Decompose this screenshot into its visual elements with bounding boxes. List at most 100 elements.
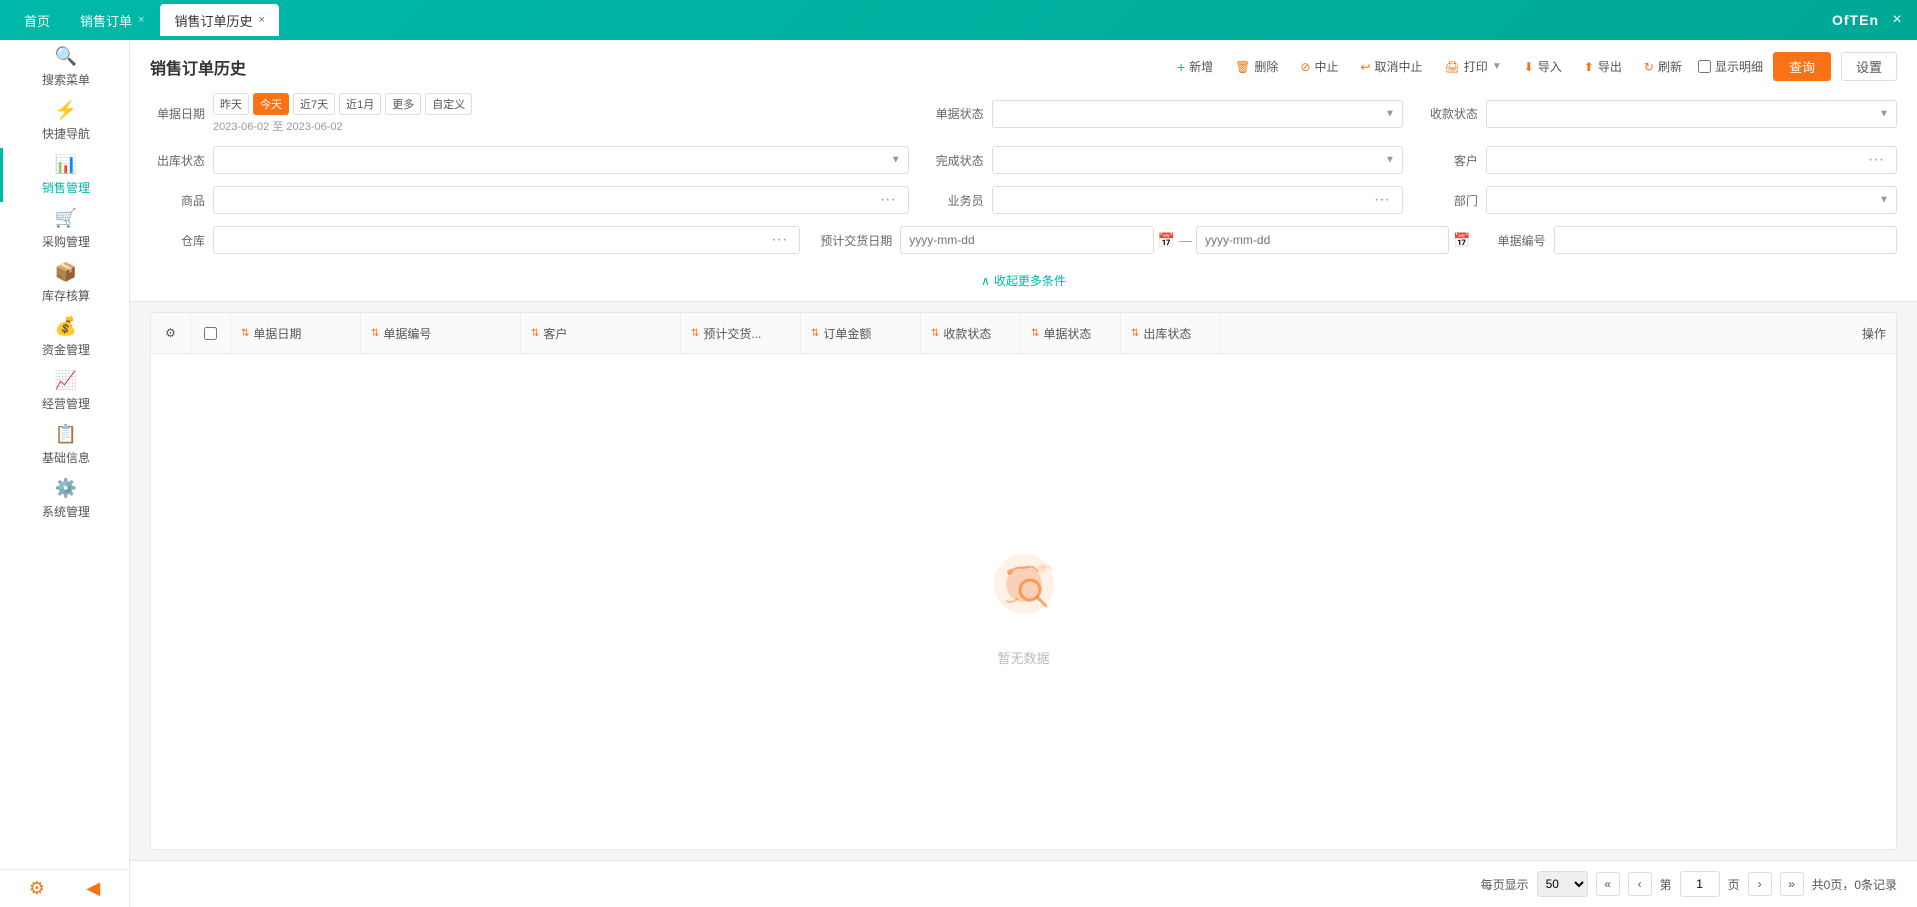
out-status-select[interactable]: 未出库 部分出库 已出库 bbox=[213, 146, 909, 174]
out-status-label: 出库状态 bbox=[150, 152, 205, 169]
delete-button[interactable]: 🗑 删除 bbox=[1229, 54, 1284, 79]
window-close-btn[interactable]: × bbox=[1887, 10, 1907, 30]
sidebar-label-purchase: 采购管理 bbox=[42, 233, 90, 250]
sidebar-item-sys-mgmt[interactable]: ⚙️ 系统管理 bbox=[0, 472, 129, 526]
date-filter-label: 单据日期 bbox=[150, 105, 205, 122]
customer-input[interactable] bbox=[1495, 147, 1864, 173]
prev-page-btn[interactable]: ‹ bbox=[1628, 872, 1652, 896]
date-today-btn[interactable]: 今天 bbox=[253, 93, 289, 115]
refresh-label: 刷新 bbox=[1658, 58, 1682, 75]
sidebar-item-inventory[interactable]: 📦 库存核算 bbox=[0, 256, 129, 310]
import-label: 导入 bbox=[1538, 58, 1562, 75]
date-custom-btn[interactable]: 自定义 bbox=[425, 93, 472, 115]
settings-button[interactable]: 设置 bbox=[1841, 52, 1897, 81]
sidebar-item-sales-mgmt[interactable]: 📊 销售管理 bbox=[0, 148, 129, 202]
th-date-sort-icon: ⇅ bbox=[241, 328, 249, 339]
date-yesterday-btn[interactable]: 昨天 bbox=[213, 93, 249, 115]
delivery-date-separator: — bbox=[1179, 233, 1192, 248]
delivery-start-input[interactable] bbox=[900, 226, 1153, 254]
last-page-btn[interactable]: » bbox=[1780, 872, 1804, 896]
tab-sales-order-history-close[interactable]: × bbox=[258, 14, 264, 26]
customer-dots-icon[interactable]: ··· bbox=[1864, 151, 1888, 169]
th-settings[interactable]: ⚙ bbox=[151, 313, 191, 353]
refresh-button[interactable]: ↻ 刷新 bbox=[1638, 54, 1688, 79]
pagination-bar: 每页显示 50 10 20 100 « ‹ 第 页 › » 共0页，0条记录 bbox=[130, 860, 1917, 907]
tab-sales-order-close[interactable]: × bbox=[138, 14, 144, 26]
th-date[interactable]: ⇅ 单据日期 bbox=[231, 313, 361, 353]
table-header: ⚙ ⇅ 单据日期 ⇅ 单据编号 ⇅ 客户 ⇅ 预计交货. bbox=[151, 313, 1896, 354]
date-more-btn[interactable]: 更多 bbox=[385, 93, 421, 115]
total-label: 共0页，0条记录 bbox=[1812, 876, 1897, 893]
sidebar-collapse-icon[interactable]: ◀ bbox=[86, 878, 100, 899]
print-icon: 🖨 bbox=[1445, 60, 1460, 74]
sidebar-settings-icon[interactable]: ⚙ bbox=[29, 878, 45, 899]
next-page-btn[interactable]: › bbox=[1748, 872, 1772, 896]
delete-icon: 🗑 bbox=[1235, 60, 1250, 74]
salesperson-dots-icon[interactable]: ··· bbox=[1370, 191, 1394, 209]
tab-sales-order-history-label: 销售订单历史 bbox=[174, 11, 252, 30]
order-status-select[interactable]: 待审核 已审核 已关闭 bbox=[992, 100, 1403, 128]
th-warehouse[interactable]: ⇅ 出库状态 bbox=[1121, 313, 1221, 353]
pay-status-label: 收款状态 bbox=[1423, 105, 1478, 122]
collapse-row[interactable]: ∧ 收起更多条件 bbox=[150, 266, 1897, 293]
print-button[interactable]: 🖨 打印 ▼ bbox=[1439, 54, 1508, 79]
order-no-label: 单据编号 bbox=[1491, 232, 1546, 249]
sidebar-item-operations[interactable]: 📈 经营管理 bbox=[0, 364, 129, 418]
pay-status-select[interactable]: 未收款 部分收款 已收款 bbox=[1486, 100, 1897, 128]
sales-icon: 📊 bbox=[55, 154, 77, 175]
th-warehouse-label: 出库状态 bbox=[1143, 325, 1191, 342]
page-title: 销售订单历史 bbox=[150, 55, 246, 79]
goods-input[interactable] bbox=[222, 187, 876, 213]
tab-sales-order-history[interactable]: 销售订单历史 × bbox=[160, 4, 278, 36]
tab-sales-order[interactable]: 销售订单 × bbox=[66, 4, 158, 36]
delivery-date-input-wrapper: 📅 — 📅 bbox=[900, 226, 1470, 254]
stop-button[interactable]: ⊘ 中止 bbox=[1294, 54, 1344, 79]
sidebar-item-purchase-mgmt[interactable]: 🛒 采购管理 bbox=[0, 202, 129, 256]
th-payment[interactable]: ⇅ 收款状态 bbox=[921, 313, 1021, 353]
salesperson-input[interactable] bbox=[1001, 187, 1370, 213]
export-button[interactable]: ⬆ 导出 bbox=[1578, 54, 1628, 79]
tab-home[interactable]: 首页 bbox=[10, 4, 64, 36]
sidebar-item-search-menu[interactable]: 🔍 搜索菜单 bbox=[0, 40, 129, 94]
th-customer[interactable]: ⇅ 客户 bbox=[521, 313, 681, 353]
warehouse-dots-icon[interactable]: ··· bbox=[767, 231, 791, 249]
delivery-end-calendar-icon[interactable]: 📅 bbox=[1453, 232, 1470, 249]
display-detail-check[interactable]: 显示明细 bbox=[1698, 58, 1763, 75]
export-label: 导出 bbox=[1598, 58, 1622, 75]
th-checkbox-input[interactable] bbox=[204, 327, 217, 340]
delivery-start-calendar-icon[interactable]: 📅 bbox=[1158, 232, 1175, 249]
th-status-label: 单据状态 bbox=[1043, 325, 1091, 342]
import-button[interactable]: ⬇ 导入 bbox=[1518, 54, 1568, 79]
out-status-field: 出库状态 未出库 部分出库 已出库 ▼ bbox=[150, 146, 909, 174]
pay-status-select-wrapper: 未收款 部分收款 已收款 ▼ bbox=[1486, 100, 1897, 128]
query-button[interactable]: 查询 bbox=[1773, 52, 1831, 81]
goods-field: 商品 ··· bbox=[150, 186, 909, 214]
goods-dots-icon[interactable]: ··· bbox=[876, 191, 900, 209]
date-7days-btn[interactable]: 近7天 bbox=[293, 93, 335, 115]
sidebar-item-quick-nav[interactable]: ⚡ 快捷导航 bbox=[0, 94, 129, 148]
th-delivery[interactable]: ⇅ 预计交货... bbox=[681, 313, 801, 353]
empty-state: 暂无数据 bbox=[151, 354, 1896, 849]
pay-status-field: 收款状态 未收款 部分收款 已收款 ▼ bbox=[1423, 100, 1897, 128]
delivery-date-field: 预计交货日期 📅 — 📅 bbox=[820, 226, 1470, 254]
th-operation: 操作 bbox=[1221, 313, 1896, 353]
th-order-no[interactable]: ⇅ 单据编号 bbox=[361, 313, 521, 353]
sidebar-item-base-info[interactable]: 📋 基础信息 bbox=[0, 418, 129, 472]
department-select[interactable] bbox=[1486, 186, 1897, 214]
delivery-end-input[interactable] bbox=[1196, 226, 1449, 254]
complete-status-select[interactable]: 未完成 已完成 bbox=[992, 146, 1403, 174]
first-page-btn[interactable]: « bbox=[1596, 872, 1620, 896]
display-detail-label: 显示明细 bbox=[1715, 58, 1763, 75]
th-status[interactable]: ⇅ 单据状态 bbox=[1021, 313, 1121, 353]
th-amount[interactable]: ⇅ 订单金额 bbox=[801, 313, 921, 353]
page-size-select[interactable]: 50 10 20 100 bbox=[1537, 871, 1588, 897]
warehouse-input[interactable] bbox=[222, 227, 767, 253]
date-1month-btn[interactable]: 近1月 bbox=[339, 93, 381, 115]
page-number-input[interactable] bbox=[1680, 871, 1720, 897]
sidebar-item-finance[interactable]: 💰 资金管理 bbox=[0, 310, 129, 364]
order-no-input[interactable] bbox=[1554, 226, 1897, 254]
display-detail-checkbox[interactable] bbox=[1698, 60, 1711, 73]
page-label-2: 页 bbox=[1728, 876, 1740, 893]
cancel-stop-button[interactable]: ↩ 取消中止 bbox=[1354, 54, 1428, 79]
add-button[interactable]: + 新增 bbox=[1171, 54, 1219, 79]
